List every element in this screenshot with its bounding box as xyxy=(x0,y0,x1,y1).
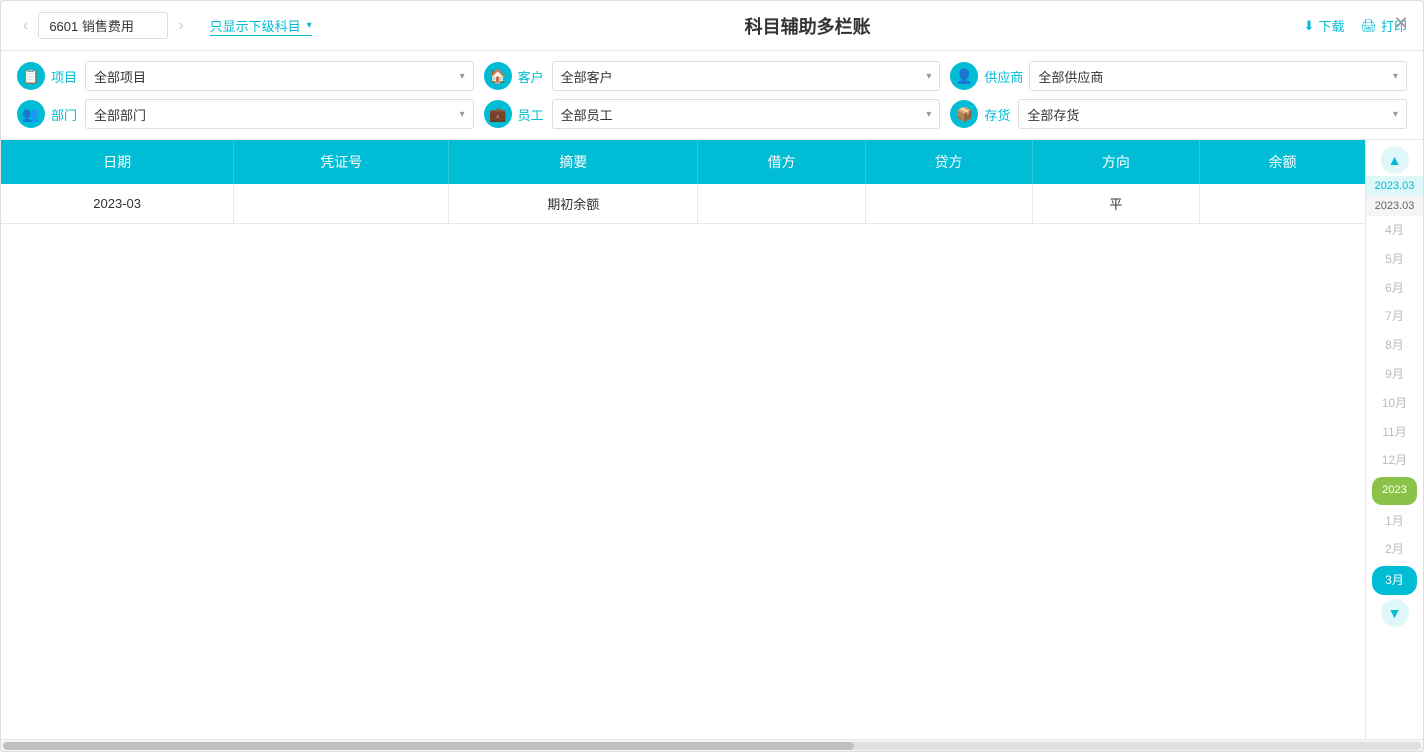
timeline-item-11[interactable]: 2023 xyxy=(1372,477,1417,504)
department-arrow: ▾ xyxy=(460,109,465,120)
prev-btn[interactable]: ‹ xyxy=(17,15,34,37)
timeline-item-9[interactable]: 11月 xyxy=(1366,418,1423,447)
filter-project: 📋 项目 全部项目 ▾ xyxy=(17,61,474,91)
department-label: 部门 xyxy=(51,105,79,124)
employee-arrow: ▾ xyxy=(926,109,931,120)
timeline-item-8[interactable]: 10月 xyxy=(1366,389,1423,418)
timeline-item-3[interactable]: 5月 xyxy=(1366,245,1423,274)
cell-summary: 期初余额 xyxy=(449,184,698,224)
customer-select[interactable]: 全部客户 ▾ xyxy=(552,61,941,91)
timeline-item-1[interactable]: 2023.03 xyxy=(1366,196,1423,216)
cell-direction: 平 xyxy=(1032,184,1199,224)
project-select[interactable]: 全部项目 ▾ xyxy=(85,61,474,91)
cell-credit xyxy=(865,184,1032,224)
cell-date: 2023-03 xyxy=(1,184,234,224)
timeline-item-0[interactable]: 2023.03 xyxy=(1366,176,1423,196)
timeline-item-4[interactable]: 6月 xyxy=(1366,274,1423,303)
download-icon: ⬇ xyxy=(1304,18,1315,34)
inventory-icon: 📦 xyxy=(950,100,978,128)
title-bar: ‹ 6601 销售费用 › 只显示下级科目 ▾ 科目辅助多栏账 ⬇ 下载 🖨 打… xyxy=(1,1,1423,51)
col-date: 日期 xyxy=(1,140,234,184)
filter-row-1: 📋 项目 全部项目 ▾ 🏠 客户 全部客户 ▾ 👤 供应商 xyxy=(17,61,1407,91)
col-summary: 摘要 xyxy=(449,140,698,184)
timeline-item-5[interactable]: 7月 xyxy=(1366,302,1423,331)
customer-icon: 🏠 xyxy=(484,62,512,90)
inventory-value: 全部存货 xyxy=(1027,105,1079,124)
employee-label: 员工 xyxy=(518,105,546,124)
download-btn[interactable]: ⬇ 下载 xyxy=(1304,16,1345,35)
supplier-icon: 👤 xyxy=(950,62,978,90)
department-select[interactable]: 全部部门 ▾ xyxy=(85,99,474,129)
show-sub-label: 只显示下级科目 xyxy=(210,16,301,35)
inventory-select[interactable]: 全部存货 ▾ xyxy=(1018,99,1407,129)
page-title: 科目辅助多栏账 xyxy=(312,13,1304,39)
department-value: 全部部门 xyxy=(94,105,146,124)
filter-supplier: 👤 供应商 全部供应商 ▾ xyxy=(950,61,1407,91)
inventory-label: 存货 xyxy=(984,105,1012,124)
project-value: 全部项目 xyxy=(94,67,146,86)
timeline-down-btn[interactable]: ▼ xyxy=(1381,599,1409,627)
timeline-item-6[interactable]: 8月 xyxy=(1366,331,1423,360)
supplier-select[interactable]: 全部供应商 ▾ xyxy=(1029,61,1407,91)
close-btn[interactable]: ✕ xyxy=(1389,11,1413,35)
col-debit: 借方 xyxy=(698,140,865,184)
timeline-item-13[interactable]: 2月 xyxy=(1366,535,1423,564)
department-icon: 👥 xyxy=(17,100,45,128)
cell-debit xyxy=(698,184,865,224)
employee-select[interactable]: 全部员工 ▾ xyxy=(552,99,941,129)
timeline-item-12[interactable]: 1月 xyxy=(1366,507,1423,536)
timeline-item-7[interactable]: 9月 xyxy=(1366,360,1423,389)
project-arrow: ▾ xyxy=(460,71,465,82)
filter-department: 👥 部门 全部部门 ▾ xyxy=(17,99,474,129)
print-icon: 🖨 xyxy=(1360,18,1377,34)
filter-customer: 🏠 客户 全部客户 ▾ xyxy=(484,61,941,91)
project-icon: 📋 xyxy=(17,62,45,90)
table-row: 2023-03 期初余额 平 xyxy=(1,184,1365,224)
supplier-value: 全部供应商 xyxy=(1038,67,1103,86)
customer-value: 全部客户 xyxy=(561,67,613,86)
timeline-item-10[interactable]: 12月 xyxy=(1366,446,1423,475)
supplier-label: 供应商 xyxy=(984,67,1023,86)
employee-value: 全部员工 xyxy=(561,105,613,124)
table-header-row: 日期 凭证号 摘要 借方 贷方 方向 余额 xyxy=(1,140,1365,184)
filter-area: 📋 项目 全部项目 ▾ 🏠 客户 全部客户 ▾ 👤 供应商 xyxy=(1,51,1423,140)
ledger-table: 日期 凭证号 摘要 借方 贷方 方向 余额 2023-03 期初余额 平 xyxy=(1,140,1365,224)
show-sub-toggle[interactable]: 只显示下级科目 ▾ xyxy=(210,16,312,36)
timeline-up-btn[interactable]: ▲ xyxy=(1381,146,1409,174)
timeline-item-2[interactable]: 4月 xyxy=(1366,216,1423,245)
employee-icon: 💼 xyxy=(484,100,512,128)
col-voucher: 凭证号 xyxy=(234,140,449,184)
project-label: 项目 xyxy=(51,67,79,86)
customer-label: 客户 xyxy=(518,67,546,86)
supplier-arrow: ▾ xyxy=(1393,71,1398,82)
download-label: 下载 xyxy=(1318,16,1344,35)
timeline-item-14[interactable]: 3月 xyxy=(1372,566,1417,595)
customer-arrow: ▾ xyxy=(926,71,931,82)
main-content: 日期 凭证号 摘要 借方 贷方 方向 余额 2023-03 期初余额 平 ▲ 202… xyxy=(1,140,1423,739)
scrollbar-track xyxy=(3,742,1421,750)
timeline-panel: ▲ 2023.032023.034月5月6月7月8月9月10月11月12月202… xyxy=(1365,140,1423,739)
next-btn[interactable]: › xyxy=(172,15,189,37)
col-direction: 方向 xyxy=(1032,140,1199,184)
table-area: 日期 凭证号 摘要 借方 贷方 方向 余额 2023-03 期初余额 平 xyxy=(1,140,1365,739)
inventory-arrow: ▾ xyxy=(1393,109,1398,120)
col-balance: 余额 xyxy=(1199,140,1365,184)
col-credit: 贷方 xyxy=(865,140,1032,184)
main-window: ‹ 6601 销售费用 › 只显示下级科目 ▾ 科目辅助多栏账 ⬇ 下载 🖨 打… xyxy=(0,0,1424,752)
filter-inventory: 📦 存货 全部存货 ▾ xyxy=(950,99,1407,129)
filter-row-2: 👥 部门 全部部门 ▾ 💼 员工 全部员工 ▾ 📦 存货 xyxy=(17,99,1407,129)
scrollbar-thumb[interactable] xyxy=(3,742,854,750)
h-scrollbar[interactable] xyxy=(1,739,1423,751)
filter-employee: 💼 员工 全部员工 ▾ xyxy=(484,99,941,129)
cell-voucher xyxy=(234,184,449,224)
account-code: 6601 销售费用 xyxy=(38,12,168,39)
cell-balance xyxy=(1199,184,1365,224)
